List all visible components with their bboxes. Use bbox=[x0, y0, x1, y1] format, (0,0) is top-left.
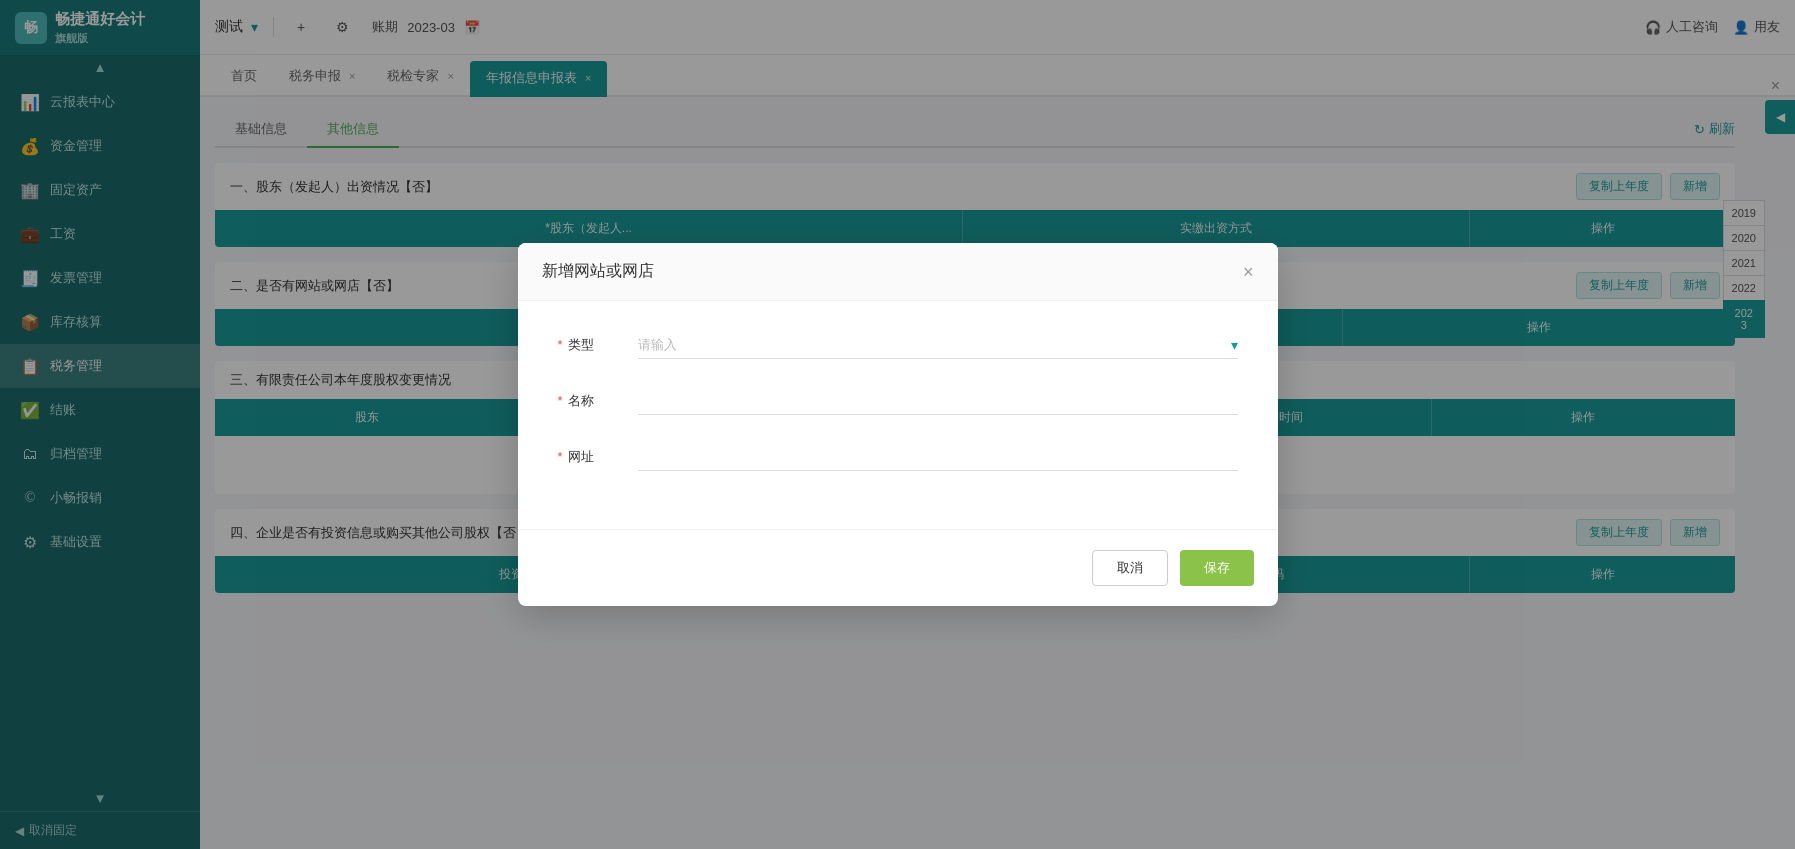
url-input[interactable] bbox=[638, 443, 1238, 471]
type-input[interactable] bbox=[638, 331, 1238, 359]
form-input-wrap-type: ▾ bbox=[638, 331, 1238, 359]
dialog-title: 新增网站或网店 bbox=[542, 261, 654, 282]
dialog-header: 新增网站或网店 × bbox=[518, 243, 1278, 301]
form-label-type: * 类型 bbox=[558, 336, 638, 354]
form-label-name: * 名称 bbox=[558, 392, 638, 410]
form-item-url: * 网址 bbox=[558, 443, 1238, 471]
required-star-url: * bbox=[558, 449, 563, 464]
form-item-type: * 类型 ▾ bbox=[558, 331, 1238, 359]
form-item-name: * 名称 bbox=[558, 387, 1238, 415]
required-star-type: * bbox=[558, 337, 563, 352]
cancel-button[interactable]: 取消 bbox=[1092, 550, 1168, 586]
dialog-close-button[interactable]: × bbox=[1243, 263, 1254, 281]
dialog-body: * 类型 ▾ * 名称 * bbox=[518, 301, 1278, 529]
name-input[interactable] bbox=[638, 387, 1238, 415]
dialog-add-website: 新增网站或网店 × * 类型 ▾ * 名称 bbox=[518, 243, 1278, 606]
form-input-wrap-name bbox=[638, 387, 1238, 415]
dialog-overlay[interactable]: 新增网站或网店 × * 类型 ▾ * 名称 bbox=[0, 0, 1795, 849]
save-button[interactable]: 保存 bbox=[1180, 550, 1254, 586]
form-label-url: * 网址 bbox=[558, 448, 638, 466]
required-star-name: * bbox=[558, 393, 563, 408]
form-input-wrap-url bbox=[638, 443, 1238, 471]
dialog-footer: 取消 保存 bbox=[518, 529, 1278, 606]
